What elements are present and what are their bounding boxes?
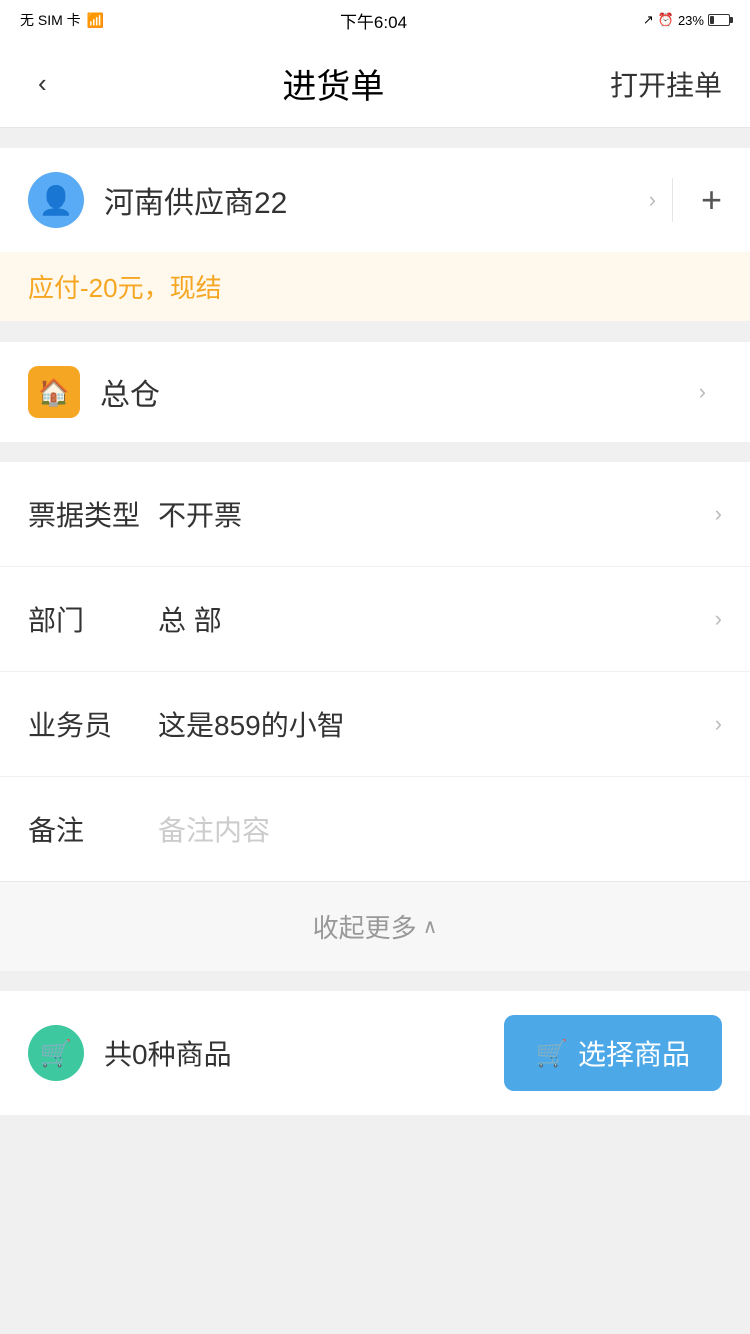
select-product-label: 选择商品 <box>578 1033 690 1073</box>
supplier-avatar: 👤 <box>28 172 84 228</box>
open-pending-button[interactable]: 打开挂单 <box>610 64 722 104</box>
department-label: 部门 <box>28 599 158 639</box>
supplier-name: 河南供应商22 <box>104 178 649 222</box>
vertical-divider <box>672 178 673 222</box>
department-row[interactable]: 部门 总 部 › <box>0 567 750 672</box>
top-divider <box>0 128 750 148</box>
department-value: 总 部 <box>158 599 715 639</box>
notice-banner: 应付-20元，现结 <box>0 252 750 321</box>
wifi-icon: 📶 <box>87 12 104 29</box>
warehouse-row[interactable]: 🏠 总仓 › <box>0 341 750 442</box>
status-time: 下午6:04 <box>340 8 407 33</box>
status-bar: 无 SIM 卡 📶 下午6:04 ↗ ⏰ 23% <box>0 0 750 40</box>
status-right: ↗ ⏰ 23% <box>643 12 730 28</box>
product-cart-icon: 🛒 <box>40 1038 72 1069</box>
warehouse-chevron-icon: › <box>699 379 706 405</box>
bottom-bar: 🛒 共0种商品 🛒 选择商品 <box>0 991 750 1115</box>
invoice-type-chevron-icon: › <box>715 501 722 527</box>
form-section: 票据类型 不开票 › 部门 总 部 › 业务员 这是859的小智 › 备注 备注… <box>0 462 750 881</box>
avatar-icon: 👤 <box>39 184 74 217</box>
collapse-arrow-icon: ∧ <box>423 914 438 939</box>
department-chevron-icon: › <box>715 606 722 632</box>
invoice-type-row[interactable]: 票据类型 不开票 › <box>0 462 750 567</box>
select-product-icon: 🛒 <box>536 1038 568 1069</box>
page-fill <box>0 1115 750 1315</box>
collapse-label: 收起更多 <box>313 908 417 945</box>
salesperson-row[interactable]: 业务员 这是859的小智 › <box>0 672 750 777</box>
product-count: 共0种商品 <box>104 1033 504 1073</box>
notice-text: 应付-20元，现结 <box>28 273 222 303</box>
supplier-chevron-icon: › <box>649 187 656 213</box>
salesperson-value: 这是859的小智 <box>158 704 715 744</box>
invoice-type-label: 票据类型 <box>28 494 158 534</box>
warehouse-name: 总仓 <box>100 370 699 414</box>
remark-label: 备注 <box>28 809 158 849</box>
page-title: 进货单 <box>282 59 384 108</box>
remark-row[interactable]: 备注 备注内容 <box>0 777 750 881</box>
back-button[interactable]: ‹ <box>28 58 57 109</box>
carrier-text: 无 SIM 卡 <box>20 10 81 30</box>
salesperson-label: 业务员 <box>28 704 158 744</box>
add-supplier-button[interactable]: + <box>701 179 722 221</box>
collapse-row[interactable]: 收起更多 ∧ <box>0 881 750 971</box>
select-product-button[interactable]: 🛒 选择商品 <box>504 1015 722 1091</box>
warehouse-icon-glyph: 🏠 <box>38 377 70 408</box>
location-icon: ↗ <box>643 12 654 28</box>
nav-bar: ‹ 进货单 打开挂单 <box>0 40 750 128</box>
warehouse-section: 🏠 总仓 › <box>0 341 750 442</box>
invoice-type-value: 不开票 <box>158 494 715 534</box>
supplier-section: 👤 河南供应商22 › + 应付-20元，现结 <box>0 148 750 321</box>
alarm-icon: ⏰ <box>658 12 674 28</box>
remark-placeholder: 备注内容 <box>158 809 722 849</box>
battery-text: 23% <box>678 13 704 28</box>
salesperson-chevron-icon: › <box>715 711 722 737</box>
battery-icon <box>708 14 730 26</box>
status-left: 无 SIM 卡 📶 <box>20 10 104 30</box>
warehouse-icon: 🏠 <box>28 366 80 418</box>
product-icon-wrap: 🛒 <box>28 1025 84 1081</box>
supplier-row[interactable]: 👤 河南供应商22 › + <box>0 148 750 252</box>
